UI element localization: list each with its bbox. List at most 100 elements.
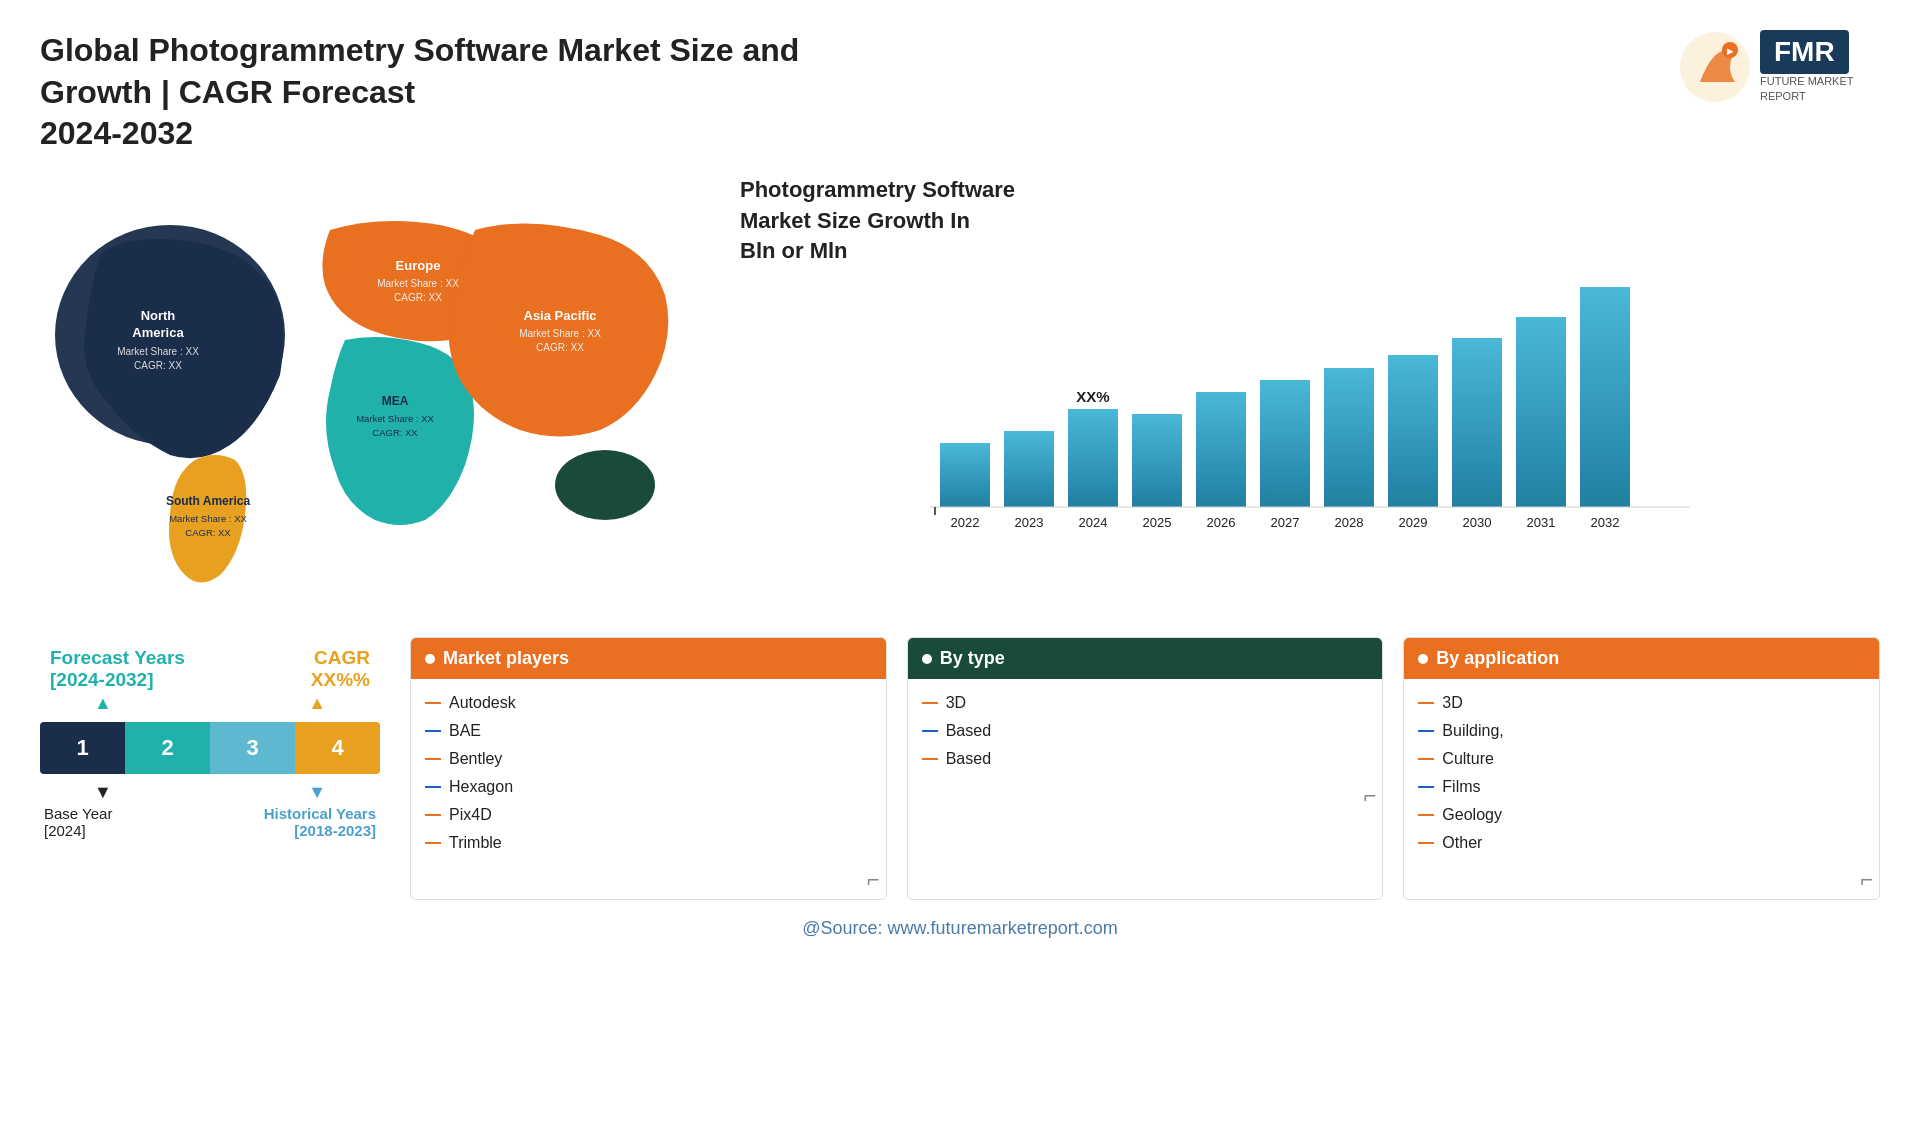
dash-icon xyxy=(425,786,441,788)
page-title: Global Photogrammetry Software Market Si… xyxy=(40,30,840,155)
svg-text:2030: 2030 xyxy=(1463,515,1492,530)
list-item: Building, xyxy=(1418,717,1865,745)
logo-full-name: FUTURE MARKET REPORT xyxy=(1760,74,1880,105)
svg-rect-23 xyxy=(1068,409,1118,507)
svg-rect-22 xyxy=(1004,431,1054,507)
timeline-seg-2: 2 xyxy=(125,722,210,774)
fmr-logo-icon: ▶ xyxy=(1680,32,1750,102)
dash-icon xyxy=(425,730,441,732)
svg-text:2027: 2027 xyxy=(1271,515,1300,530)
world-map-svg: North America Market Share : XX CAGR: XX… xyxy=(40,175,680,585)
item-text: 3D xyxy=(1442,694,1462,712)
svg-rect-26 xyxy=(1260,380,1310,507)
dash-icon xyxy=(1418,814,1434,816)
svg-rect-28 xyxy=(1388,355,1438,507)
item-text: 3D xyxy=(946,694,966,712)
svg-text:2024: 2024 xyxy=(1079,515,1108,530)
chart-title: Photogrammetry SoftwareMarket Size Growt… xyxy=(740,175,1880,267)
bracket-icon: ⌐ xyxy=(411,867,886,899)
svg-text:America: America xyxy=(132,325,184,340)
item-text: Films xyxy=(1442,778,1480,796)
svg-rect-24 xyxy=(1132,414,1182,507)
cagr-arrow-up: ▲ xyxy=(308,693,326,714)
item-text: Building, xyxy=(1442,722,1503,740)
item-text: Based xyxy=(946,722,991,740)
svg-text:CAGR: XX: CAGR: XX xyxy=(185,527,231,538)
svg-text:CAGR: XX: CAGR: XX xyxy=(394,292,442,303)
svg-point-4 xyxy=(555,450,655,520)
svg-rect-29 xyxy=(1452,338,1502,507)
svg-text:2032: 2032 xyxy=(1591,515,1620,530)
by-application-header: By application xyxy=(1404,638,1879,679)
item-text: Autodesk xyxy=(449,694,516,712)
dash-icon xyxy=(425,814,441,816)
list-item: Films xyxy=(1418,773,1865,801)
market-players-header: Market players xyxy=(411,638,886,679)
by-type-box: By type 3D Based Based ⌐ xyxy=(907,637,1384,900)
by-application-dot xyxy=(1418,654,1428,664)
list-item: Bentley xyxy=(425,745,872,773)
timeline-bar: 1 2 3 4 xyxy=(40,722,380,774)
base-year-label: Base Year [2024] xyxy=(44,805,112,839)
svg-text:2022: 2022 xyxy=(951,515,980,530)
dash-icon xyxy=(1418,758,1434,760)
forecast-years-label: Forecast Years [2024-2032] xyxy=(50,647,185,691)
list-item: Pix4D xyxy=(425,801,872,829)
svg-text:XX%: XX% xyxy=(1076,388,1109,405)
svg-text:2025: 2025 xyxy=(1143,515,1172,530)
svg-text:Market Share : XX: Market Share : XX xyxy=(519,328,601,339)
by-application-box: By application 3D Building, Culture xyxy=(1403,637,1880,900)
logo-abbr: FMR xyxy=(1760,30,1849,74)
historical-years-label: Historical Years [2018-2023] xyxy=(264,805,376,839)
svg-text:MEA: MEA xyxy=(382,394,409,408)
dash-icon xyxy=(425,758,441,760)
dash-icon xyxy=(922,758,938,760)
market-players-box: Market players Autodesk BAE Bentley xyxy=(410,637,887,900)
timeline-seg-1: 1 xyxy=(40,722,125,774)
list-item: Other xyxy=(1418,829,1865,857)
timeline-seg-3: 3 xyxy=(210,722,295,774)
dash-icon xyxy=(1418,786,1434,788)
dash-icon xyxy=(425,842,441,844)
dash-icon xyxy=(1418,842,1434,844)
bar-chart-area: Photogrammetry SoftwareMarket Size Growt… xyxy=(720,175,1880,607)
header: Global Photogrammetry Software Market Si… xyxy=(40,30,1880,155)
forecast-arrow-up: ▲ xyxy=(94,693,112,714)
svg-text:North: North xyxy=(141,308,176,323)
item-text: Trimble xyxy=(449,834,502,852)
by-type-items: 3D Based Based xyxy=(908,679,1383,783)
list-item: 3D xyxy=(922,689,1369,717)
item-text: Based xyxy=(946,750,991,768)
item-text: Bentley xyxy=(449,750,502,768)
list-item: Hexagon xyxy=(425,773,872,801)
svg-text:Market Share : XX: Market Share : XX xyxy=(377,278,459,289)
item-text: Geology xyxy=(1442,806,1502,824)
svg-text:CAGR: XX: CAGR: XX xyxy=(372,427,418,438)
bracket-icon: ⌐ xyxy=(1404,867,1879,899)
by-type-dot xyxy=(922,654,932,664)
item-text: Culture xyxy=(1442,750,1494,768)
bar-chart-svg: XX% XX% 2022 2023 2024 2025 2026 2027 20… xyxy=(740,287,1880,587)
svg-text:Market Share : XX: Market Share : XX xyxy=(356,413,434,424)
svg-text:Europe: Europe xyxy=(396,258,441,273)
category-boxes: Market players Autodesk BAE Bentley xyxy=(410,637,1880,900)
item-text: BAE xyxy=(449,722,481,740)
bottom-section: Forecast Years [2024-2032] CAGR XX%% ▲ ▲… xyxy=(40,637,1880,900)
source-footer: @Source: www.futuremarketreport.com xyxy=(40,918,1880,939)
base-year-arrow-down: ▼ xyxy=(94,782,112,803)
market-players-dot xyxy=(425,654,435,664)
list-item: Based xyxy=(922,745,1369,773)
svg-rect-21 xyxy=(940,443,990,507)
list-item: Culture xyxy=(1418,745,1865,773)
svg-text:2026: 2026 xyxy=(1207,515,1236,530)
bar-chart-container: XX% XX% 2022 2023 2024 2025 2026 2027 20… xyxy=(740,287,1880,607)
hist-years-arrow-down: ▼ xyxy=(308,782,326,803)
svg-rect-25 xyxy=(1196,392,1246,507)
svg-text:▶: ▶ xyxy=(1727,47,1734,56)
list-item: BAE xyxy=(425,717,872,745)
item-text: Hexagon xyxy=(449,778,513,796)
svg-text:CAGR: XX: CAGR: XX xyxy=(536,342,584,353)
dash-icon xyxy=(1418,730,1434,732)
dash-icon xyxy=(425,702,441,704)
list-item: Based xyxy=(922,717,1369,745)
